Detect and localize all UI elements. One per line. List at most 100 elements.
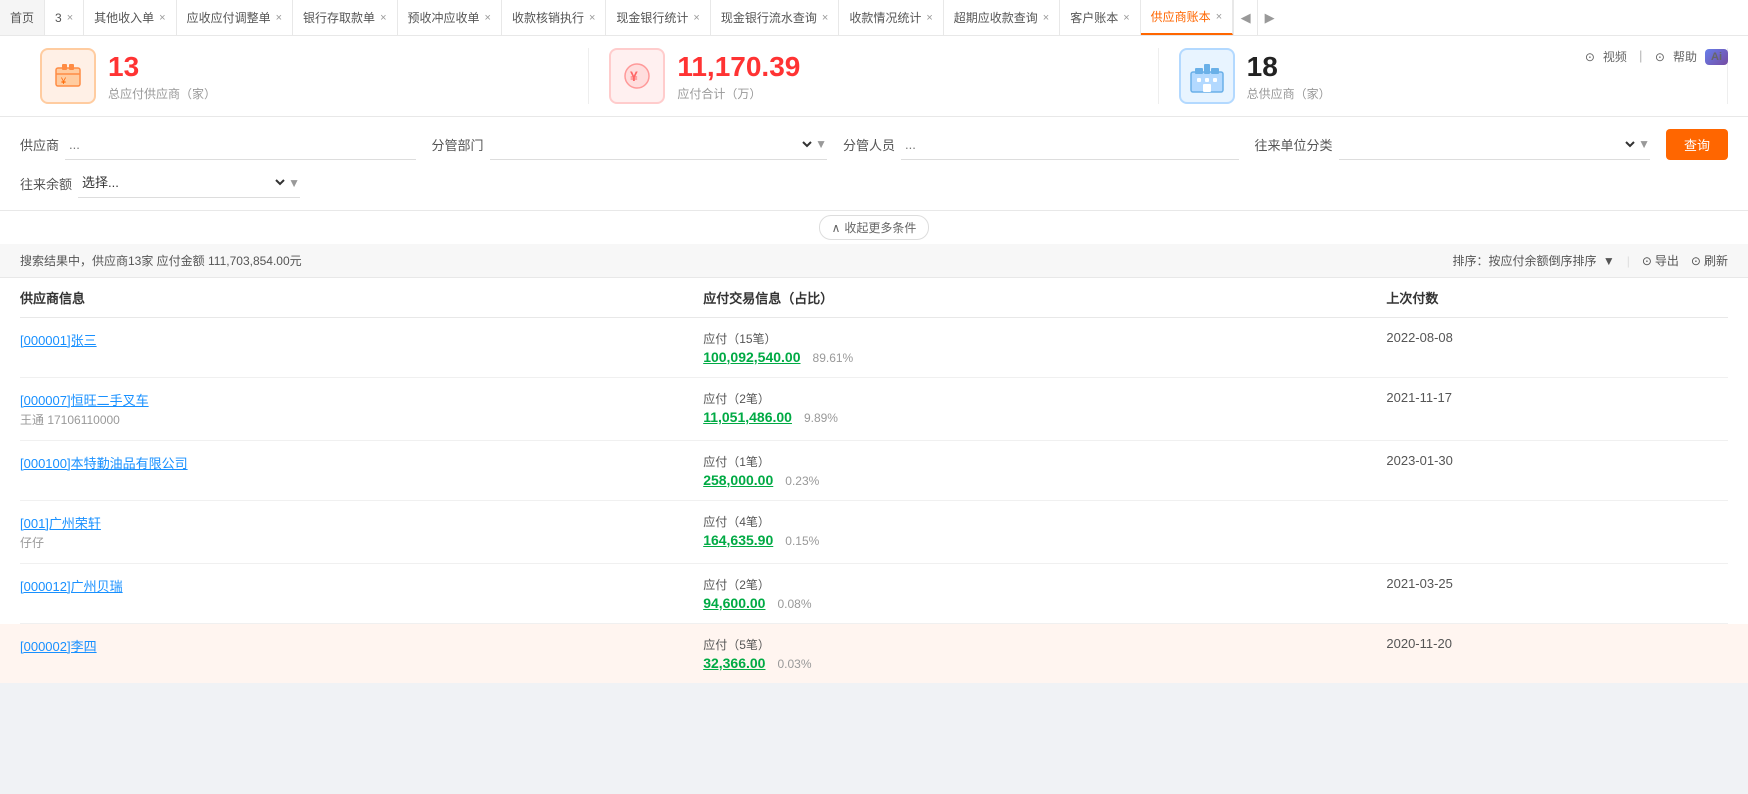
tx-amount-row: 32,366.00 0.03% [703, 653, 1386, 671]
dept-filter-label: 分管部门 [432, 135, 484, 154]
last-payment-cell: 2020-11-20 [1386, 636, 1728, 651]
close-icon[interactable]: × [926, 12, 932, 24]
close-icon[interactable]: × [276, 12, 282, 24]
video-link[interactable]: 视频 [1603, 48, 1627, 65]
person-filter-label: 分管人员 [843, 135, 895, 154]
help-link[interactable]: 帮助 [1673, 48, 1697, 65]
stat-content-2: 11,170.39 应付合计（万） [677, 50, 800, 103]
close-icon[interactable]: × [1216, 11, 1222, 23]
nav-tab-other-income[interactable]: 其他收入单 × [84, 0, 176, 35]
stat-label-amount: 应付合计（万） [677, 85, 800, 102]
header-last-payment: 上次付数 [1386, 288, 1728, 307]
stat-number-total: 18 [1247, 50, 1331, 84]
svg-text:¥: ¥ [630, 68, 638, 84]
nav-tab-overdue-ar-label: 超期应收款查询 [954, 9, 1038, 26]
export-link[interactable]: ⊙ 导出 [1642, 252, 1679, 269]
export-icon: ⊙ [1642, 254, 1652, 268]
table-row: [000100]本特勤油品有限公司应付（1笔）258,000.000.23%20… [20, 441, 1728, 501]
result-actions: 排序：按应付余额倒序排序 ▼ | ⊙ 导出 ⊙ 刷新 [1452, 252, 1728, 269]
tx-label: 应付（2笔） [703, 390, 1386, 407]
tx-amount[interactable]: 94,600.00 [703, 595, 765, 611]
query-button[interactable]: 查询 [1666, 129, 1728, 160]
tx-percent: 9.89% [804, 411, 838, 425]
circle-icon-2: ⊙ [1655, 50, 1665, 64]
supplier-link[interactable]: [000100]本特勤油品有限公司 [20, 456, 188, 471]
nav-tab-ar-ap-adjust[interactable]: 应收应付调整单 × [177, 0, 293, 35]
dept-select[interactable] [490, 136, 816, 153]
nav-tab-bank-deposit-label: 银行存取款单 [303, 9, 375, 26]
balance-select[interactable]: 选择... [78, 174, 288, 191]
supplier-input[interactable] [65, 130, 415, 160]
divider-bar: | [1627, 254, 1630, 268]
collapse-button[interactable]: ∧ 收起更多条件 [819, 215, 930, 240]
balance-filter-label: 往来余额 [20, 174, 72, 193]
refresh-link[interactable]: ⊙ 刷新 [1691, 252, 1728, 269]
supplier-cell: [000001]张三 [20, 330, 703, 349]
close-icon[interactable]: × [693, 12, 699, 24]
nav-tab-payment-exec[interactable]: 收款核销执行 × [502, 0, 606, 35]
close-icon[interactable]: × [1043, 12, 1049, 24]
nav-tab-ar-ap-adjust-label: 应收应付调整单 [187, 9, 271, 26]
tx-amount-row: 164,635.90 0.15% [703, 530, 1386, 548]
nav-tab-cash-stats[interactable]: 现金银行统计 × [606, 0, 710, 35]
nav-tab-customer-ledger[interactable]: 客户账本 × [1060, 0, 1140, 35]
supplier-link[interactable]: [001]广州荣轩 [20, 516, 101, 531]
sort-link[interactable]: 排序：按应付余额倒序排序 ▼ [1452, 252, 1614, 269]
chevron-up-icon: ∧ [832, 221, 841, 235]
nav-prev-arrow[interactable]: ◀ [1233, 0, 1257, 35]
tx-amount[interactable]: 100,092,540.00 [703, 349, 800, 365]
chevron-down-icon-sort: ▼ [1603, 254, 1615, 268]
table-row: [000012]广州贝瑞应付（2笔）94,600.000.08%2021-03-… [20, 564, 1728, 624]
supplier-link[interactable]: [000007]恒旺二手叉车 [20, 393, 149, 408]
supplier-cell: [000012]广州贝瑞 [20, 576, 703, 595]
tx-amount[interactable]: 11,051,486.00 [703, 409, 792, 425]
nav-next-arrow[interactable]: ▶ [1257, 0, 1281, 35]
close-icon[interactable]: × [159, 12, 165, 24]
supplier-link[interactable]: [000001]张三 [20, 333, 97, 348]
table-body: [000001]张三应付（15笔）100,092,540.0089.61%202… [20, 318, 1728, 683]
close-icon[interactable]: × [67, 12, 73, 24]
supplier-link[interactable]: [000002]李四 [20, 639, 97, 654]
close-icon[interactable]: × [380, 12, 386, 24]
filter-category: 往来单位分类 ▼ [1255, 130, 1651, 160]
top-right-links: ⊙ 视频 ｜ ⊙ 帮助 Ai [1585, 48, 1728, 65]
stat-total-payable-suppliers: ¥ 13 总应付供应商（家） [20, 48, 589, 104]
last-payment-date: 2023-01-30 [1386, 453, 1453, 468]
sort-label: 排序：按应付余额倒序排序 [1452, 254, 1596, 268]
tx-amount-row: 258,000.000.23% [703, 470, 1386, 488]
chevron-down-icon-2: ▼ [1638, 137, 1650, 151]
ai-badge[interactable]: Ai [1705, 49, 1728, 65]
nav-tab-home[interactable]: 首页 [0, 0, 45, 35]
tx-amount[interactable]: 164,635.90 [703, 532, 773, 548]
tx-percent: 0.08% [777, 597, 811, 611]
category-filter-label: 往来单位分类 [1255, 135, 1333, 154]
close-icon[interactable]: × [589, 12, 595, 24]
stat-content-1: 13 总应付供应商（家） [108, 50, 216, 103]
close-icon[interactable]: × [1123, 12, 1129, 24]
nav-tab-cash-flow[interactable]: 现金银行流水查询 × [711, 0, 839, 35]
nav-tab-3[interactable]: 3 × [45, 0, 84, 35]
refresh-icon: ⊙ [1691, 254, 1701, 268]
circle-icon: ⊙ [1585, 50, 1595, 64]
nav-tab-overdue-ar[interactable]: 超期应收款查询 × [944, 0, 1060, 35]
tx-percent: 0.15% [785, 534, 819, 548]
svg-text:¥: ¥ [60, 76, 67, 86]
tx-percent: 0.03% [777, 657, 811, 671]
person-input[interactable] [901, 130, 1238, 160]
tx-amount[interactable]: 258,000.00 [703, 472, 773, 488]
supplier-link[interactable]: [000012]广州贝瑞 [20, 579, 123, 594]
supplier-cell: [001]广州荣轩仔仔 [20, 513, 703, 551]
nav-tab-supplier-ledger[interactable]: 供应商账本 × [1141, 0, 1233, 35]
filter-person: 分管人员 [843, 130, 1239, 160]
supplier-cell: [000002]李四 [20, 636, 703, 655]
nav-tab-prepay-ar[interactable]: 预收冲应收单 × [398, 0, 502, 35]
nav-tab-prepay-ar-label: 预收冲应收单 [408, 9, 480, 26]
dept-select-wrapper: ▼ [490, 130, 827, 160]
nav-tab-bank-deposit[interactable]: 银行存取款单 × [293, 0, 397, 35]
close-icon[interactable]: × [822, 12, 828, 24]
stat-content-3: 18 总供应商（家） [1247, 50, 1331, 103]
close-icon[interactable]: × [485, 12, 491, 24]
nav-tab-payment-stats[interactable]: 收款情况统计 × [839, 0, 943, 35]
category-select[interactable] [1339, 136, 1639, 153]
tx-amount[interactable]: 32,366.00 [703, 655, 765, 671]
